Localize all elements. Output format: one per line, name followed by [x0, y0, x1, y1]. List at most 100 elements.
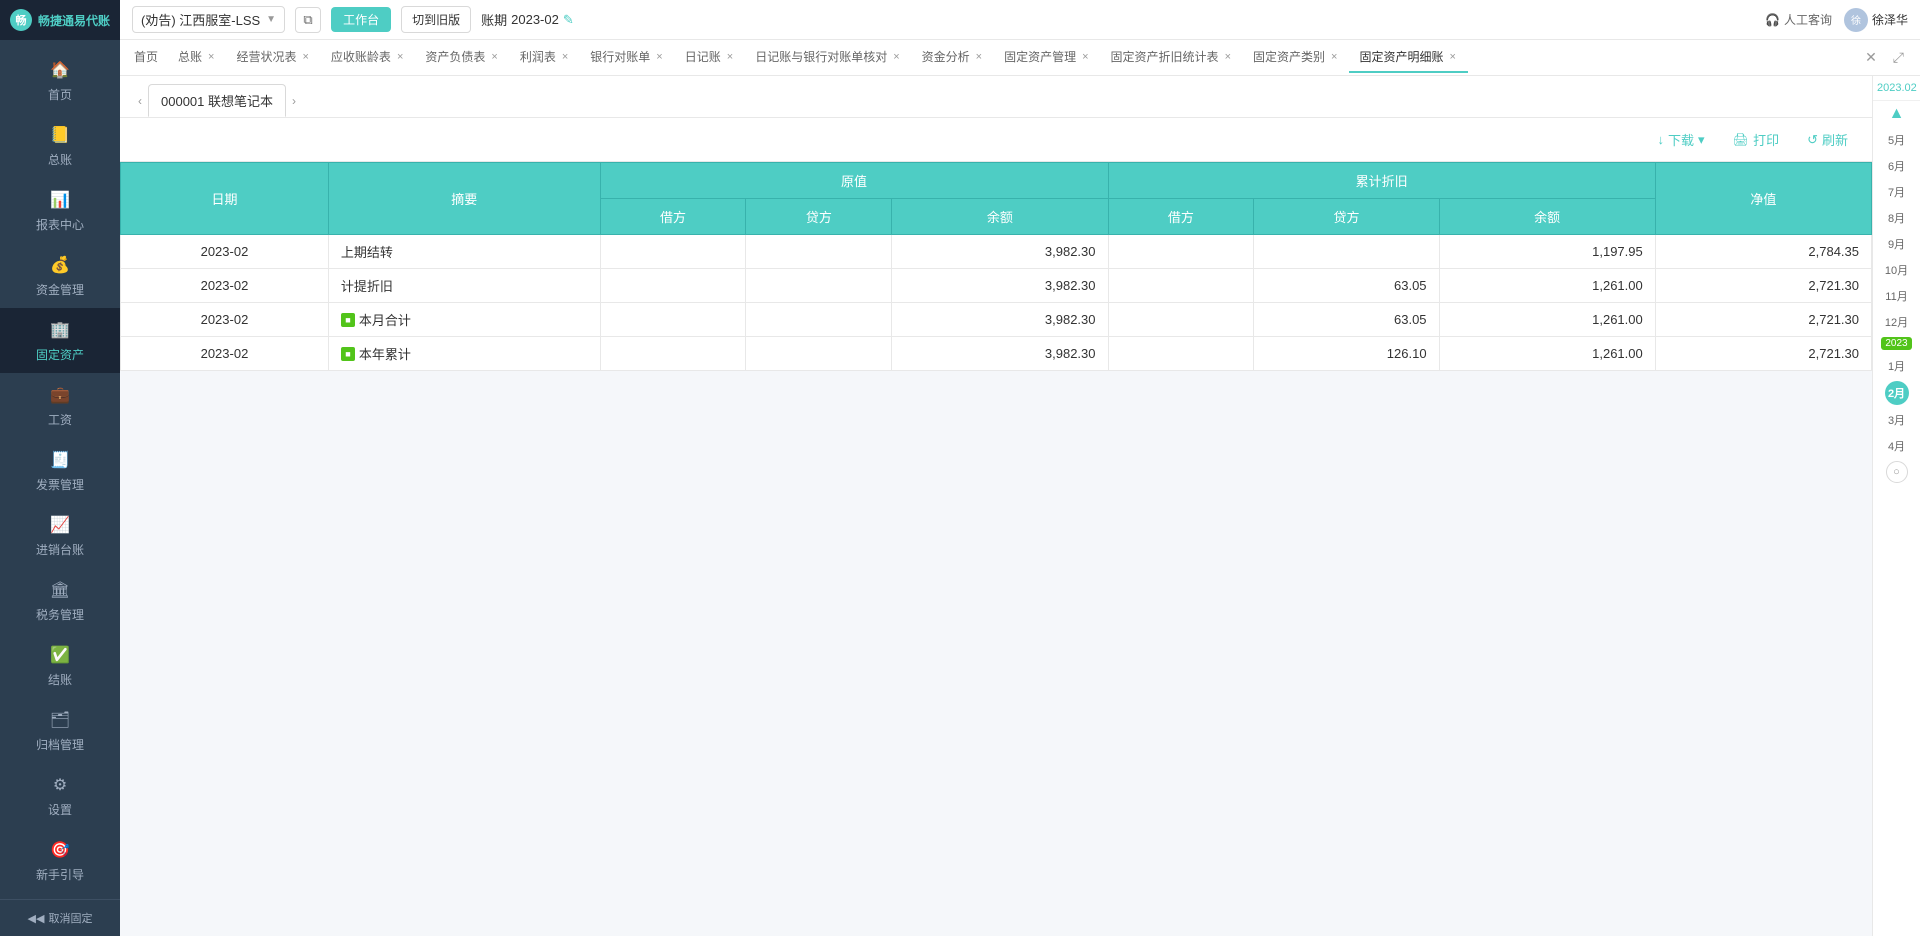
month-8[interactable]: 8月: [1873, 205, 1920, 231]
tab-asset-category-close[interactable]: ×: [1329, 50, 1339, 64]
tab-bank-check-close[interactable]: ×: [891, 50, 901, 64]
subtab-next-button[interactable]: ›: [290, 92, 298, 110]
sidebar-item-home[interactable]: 🏠 首页: [0, 48, 120, 113]
subtab-prev-button[interactable]: ‹: [136, 92, 144, 110]
period-value: 2023-02: [511, 12, 559, 27]
tab-asset-detail-close[interactable]: ×: [1447, 50, 1457, 64]
user-avatar: 徐: [1844, 8, 1868, 32]
tab-depreciation[interactable]: 固定资产折旧统计表 ×: [1101, 42, 1243, 73]
tab-fixed-mgmt[interactable]: 固定资产管理 ×: [994, 42, 1100, 73]
tab-fund-analysis-close[interactable]: ×: [974, 50, 984, 64]
tab-fixed-mgmt-label: 固定资产管理: [1004, 48, 1076, 65]
tab-profit[interactable]: 利润表 ×: [510, 42, 580, 73]
tab-bar: 首页 总账 × 经营状况表 × 应收账龄表 × 资产负债表 × 利润表 × 银行…: [120, 40, 1920, 76]
month-1[interactable]: 1月: [1873, 353, 1920, 379]
tab-home[interactable]: 首页: [124, 42, 168, 73]
tab-home-label: 首页: [134, 48, 158, 65]
down-circle-icon[interactable]: ○: [1886, 461, 1908, 483]
year-period-label[interactable]: 2023.02: [1873, 76, 1920, 101]
tab-receivable-label: 应收账龄表: [331, 48, 391, 65]
sidebar-item-reports[interactable]: 📊 报表中心: [0, 178, 120, 243]
support-icon: 🎧: [1765, 13, 1780, 27]
sidebar-item-tax[interactable]: 🏛 税务管理: [0, 568, 120, 633]
cell-orig-debit: [600, 235, 746, 269]
tab-bank-check-label: 日记账与银行对账单核对: [755, 48, 887, 65]
workbench-button[interactable]: 工作台: [331, 7, 391, 32]
cell-orig-balance: 3,982.30: [892, 303, 1108, 337]
tab-journal-close[interactable]: ×: [725, 50, 735, 64]
tab-bank-check[interactable]: 日记账与银行对账单核对 ×: [745, 42, 911, 73]
payroll-icon: 💼: [48, 383, 72, 407]
print-label: 打印: [1753, 130, 1779, 149]
sidebar-item-ledger-label: 总账: [48, 151, 72, 168]
tab-fixed-mgmt-close[interactable]: ×: [1080, 50, 1090, 64]
main-content: (劝告) 江西服室-LSS ▼ ⧉ 工作台 切到旧版 账期 2023-02 ✎ …: [120, 0, 1920, 936]
sidebar-item-ledger[interactable]: 📒 总账: [0, 113, 120, 178]
tab-management-close[interactable]: ×: [300, 50, 310, 64]
tab-ledger[interactable]: 总账 ×: [168, 42, 226, 73]
tab-management[interactable]: 经营状况表 ×: [226, 42, 320, 73]
toolbar: ↓ 下载 ▾ 🖨 打印 ↺ 刷新: [120, 118, 1872, 162]
refresh-button[interactable]: ↺ 刷新: [1799, 126, 1856, 153]
sidebar-pin-toggle[interactable]: ◀◀ 取消固定: [0, 899, 120, 936]
month-7[interactable]: 7月: [1873, 179, 1920, 205]
tab-asset-detail[interactable]: 固定资产明细账 ×: [1349, 42, 1467, 73]
month-3[interactable]: 3月: [1873, 407, 1920, 433]
sidebar-item-archive[interactable]: 🗂 归档管理: [0, 698, 120, 763]
month-4[interactable]: 4月: [1873, 433, 1920, 459]
col-accum-credit: 贷方: [1254, 199, 1439, 235]
current-year-badge: 2023: [1881, 337, 1911, 350]
sidebar-item-invoice[interactable]: 🧾 发票管理: [0, 438, 120, 503]
print-button[interactable]: 🖨 打印: [1725, 126, 1788, 153]
month-5[interactable]: 5月: [1873, 127, 1920, 153]
user-menu[interactable]: 徐 徐泽华: [1844, 8, 1908, 32]
tab-expand-icon[interactable]: ⤢: [1889, 47, 1908, 68]
switch-version-button[interactable]: 切到旧版: [401, 6, 471, 33]
sidebar-item-settings[interactable]: ⚙ 设置: [0, 763, 120, 828]
subtab-bar: ‹ 000001 联想笔记本 ›: [120, 76, 1872, 118]
copy-button[interactable]: ⧉: [295, 7, 321, 33]
subtab-item-notebook[interactable]: 000001 联想笔记本: [148, 84, 286, 117]
tab-receivable-close[interactable]: ×: [395, 50, 405, 64]
tab-depreciation-close[interactable]: ×: [1223, 50, 1233, 64]
cell-summary: ■本月合计: [328, 303, 600, 337]
download-label: 下载: [1668, 130, 1694, 149]
month-11[interactable]: 11月: [1873, 283, 1920, 309]
month-12[interactable]: 12月: [1873, 309, 1920, 335]
sidebar-item-settlement[interactable]: ✅ 结账: [0, 633, 120, 698]
cell-orig-credit: [746, 269, 892, 303]
period-edit-icon[interactable]: ✎: [563, 12, 574, 28]
month-9[interactable]: 9月: [1873, 231, 1920, 257]
tab-balance-close[interactable]: ×: [489, 50, 499, 64]
tab-bank-close[interactable]: ×: [654, 50, 664, 64]
scroll-down-button[interactable]: ○: [1873, 459, 1920, 485]
scroll-up-button[interactable]: ▲: [1885, 101, 1909, 127]
tab-journal[interactable]: 日记账 ×: [675, 42, 745, 73]
tab-bank[interactable]: 银行对账单 ×: [580, 42, 674, 73]
cell-accum-credit: [1254, 235, 1439, 269]
company-selector[interactable]: (劝告) 江西服室-LSS ▼: [132, 6, 285, 33]
cell-accum-balance: 1,261.00: [1439, 337, 1655, 371]
sidebar-item-payroll[interactable]: 💼 工资: [0, 373, 120, 438]
tab-close-all-icon[interactable]: ✕: [1861, 47, 1881, 68]
tab-asset-category[interactable]: 固定资产类别 ×: [1243, 42, 1349, 73]
sidebar-item-funds[interactable]: 💰 资金管理: [0, 243, 120, 308]
tab-fund-analysis[interactable]: 资金分析 ×: [912, 42, 994, 73]
active-month-badge[interactable]: 2月: [1885, 381, 1909, 405]
download-button[interactable]: ↓ 下载 ▾: [1650, 126, 1713, 153]
sidebar-item-fixed-assets[interactable]: 🏢 固定资产: [0, 308, 120, 373]
sidebar-item-newbie[interactable]: 🎯 新手引导: [0, 828, 120, 893]
month-6[interactable]: 6月: [1873, 153, 1920, 179]
tab-balance[interactable]: 资产负债表 ×: [415, 42, 509, 73]
print-icon: 🖨: [1733, 132, 1750, 148]
col-accum-debit: 借方: [1108, 199, 1254, 235]
month-2-active[interactable]: 2月: [1873, 379, 1920, 407]
tab-profit-close[interactable]: ×: [560, 50, 570, 64]
tab-receivable[interactable]: 应收账龄表 ×: [321, 42, 415, 73]
month-10[interactable]: 10月: [1873, 257, 1920, 283]
sales-icon: 📈: [48, 513, 72, 537]
tab-profit-label: 利润表: [520, 48, 556, 65]
support-button[interactable]: 🎧 人工客询: [1765, 11, 1832, 28]
sidebar-item-sales[interactable]: 📈 进销台账: [0, 503, 120, 568]
tab-ledger-close[interactable]: ×: [206, 50, 216, 64]
